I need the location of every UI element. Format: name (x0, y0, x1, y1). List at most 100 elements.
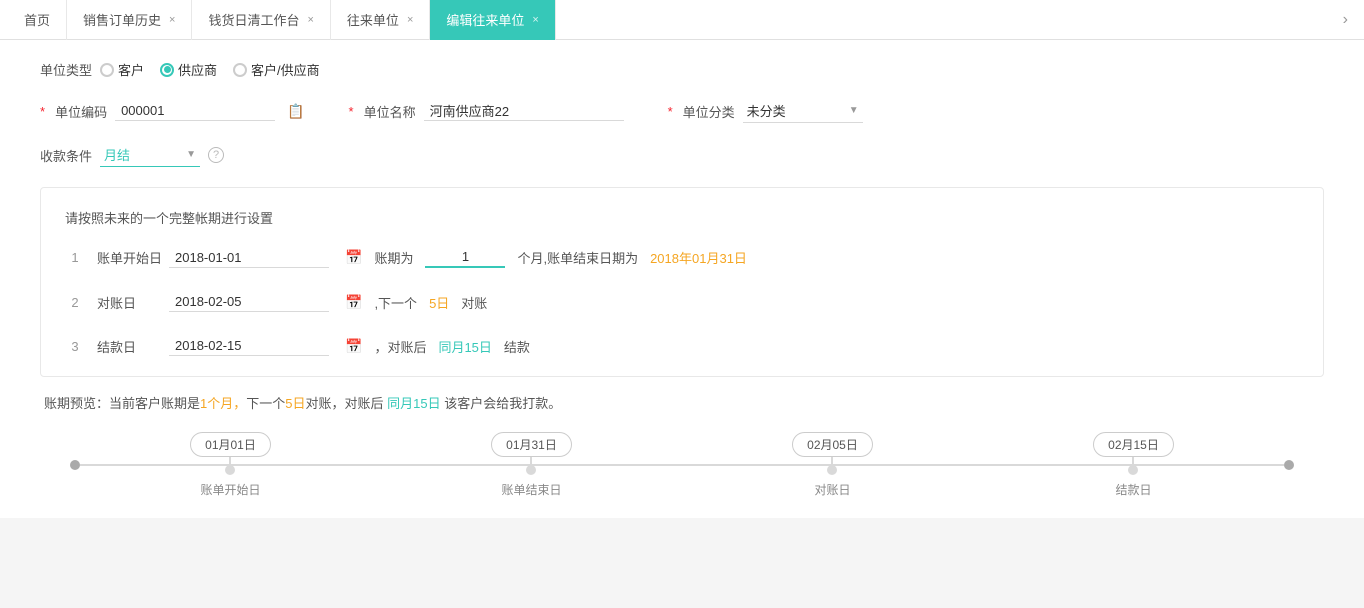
preview-prefix: 账期预览：当前客户账期是 (44, 396, 200, 411)
row-3-date-input[interactable] (169, 336, 329, 356)
timeline-label-1: 账单开始日 (200, 481, 260, 498)
radio-customer[interactable]: 客户 (100, 60, 144, 79)
timeline-label-4: 结款日 (1115, 481, 1151, 498)
timeline-left-dot (70, 460, 80, 470)
settings-title: 请按照未来的一个完整帐期进行设置 (65, 208, 1299, 227)
preview-text2: 对账，对账后 (306, 396, 384, 411)
timeline-dot-2 (526, 465, 536, 475)
main-content: 单位类型 客户 供应商 客户/供应商 * 单位编码 (0, 40, 1364, 518)
timeline-stem-2 (530, 457, 532, 465)
row-2-desc-suffix: 对账 (461, 293, 487, 312)
row-3-desc-suffix: 结款 (504, 337, 530, 356)
preview-highlight3: 同月15日 (387, 396, 440, 411)
row-1-period-prefix: 账期为 (374, 248, 413, 267)
row-3-calendar-icon[interactable]: 📅 (345, 338, 362, 355)
radio-supplier-circle (160, 63, 174, 77)
unit-code-group: * 单位编码 📋 (40, 101, 305, 121)
row-2-num: 2 (65, 295, 85, 310)
row-2-date-input[interactable] (169, 292, 329, 312)
row-3-desc-prefix: ，对账后 (374, 337, 426, 356)
unit-name-star: * (349, 104, 354, 119)
tab-cash-work-label: 钱货日清工作台 (208, 10, 299, 29)
tab-sales-history-close[interactable]: × (169, 14, 175, 26)
unit-type-radio-group: 客户 供应商 客户/供应商 (100, 60, 320, 79)
payment-terms-arrow: ▼ (186, 149, 196, 160)
timeline-label-3: 对账日 (814, 481, 850, 498)
payment-terms-row: 收款条件 月结 ▼ ? (40, 143, 1324, 167)
radio-both[interactable]: 客户/供应商 (233, 60, 320, 79)
radio-supplier[interactable]: 供应商 (160, 60, 217, 79)
tab-cash-work-close[interactable]: × (307, 14, 313, 26)
row-1-calendar-icon[interactable]: 📅 (345, 249, 362, 266)
unit-name-group: * 单位名称 (349, 101, 624, 121)
timeline-point-1: 01月01日 账单开始日 (190, 432, 271, 498)
radio-both-label: 客户/供应商 (251, 60, 320, 79)
timeline-dot-3 (827, 465, 837, 475)
tab-home-label: 首页 (24, 10, 50, 29)
timeline-point-4: 02月15日 结款日 (1093, 432, 1174, 498)
timeline-badge-2: 01月31日 (491, 432, 572, 457)
unit-category-star: * (668, 104, 673, 119)
timeline-stem-4 (1132, 457, 1134, 465)
timeline-badge-3: 02月05日 (792, 432, 873, 457)
unit-code-icon[interactable]: 📋 (287, 103, 304, 120)
unit-category-select[interactable]: 未分类 ▼ (743, 99, 863, 123)
unit-category-value: 未分类 (747, 101, 843, 120)
row-1-label: 账单开始日 (97, 248, 157, 267)
payment-terms-label: 收款条件 (40, 146, 92, 165)
row-2-calendar-icon[interactable]: 📅 (345, 294, 362, 311)
payment-terms-select[interactable]: 月结 ▼ (100, 143, 200, 167)
preview-suffix: 该客户会给我打款。 (444, 396, 561, 411)
radio-customer-circle (100, 63, 114, 77)
tab-partner-units[interactable]: 往来单位 × (331, 0, 430, 40)
row-1-period-highlight: 2018年01月31日 (650, 248, 747, 267)
tab-cash-work[interactable]: 钱货日清工作台 × (192, 0, 330, 40)
timeline-dot-1 (225, 465, 235, 475)
tabs-bar: 首页 销售订单历史 × 钱货日清工作台 × 往来单位 × 编辑往来单位 × › (0, 0, 1364, 40)
row-2-desc-prefix: ,下一个 (374, 293, 417, 312)
unit-info-row: * 单位编码 📋 * 单位名称 * 单位分类 未分类 ▼ (40, 99, 1324, 123)
tab-edit-partner-label: 编辑往来单位 (446, 10, 524, 29)
unit-name-label: 单位名称 (364, 102, 416, 121)
unit-name-input[interactable] (424, 101, 624, 121)
unit-type-label: 单位类型 (40, 60, 92, 79)
timeline-dot-4 (1128, 465, 1138, 475)
timeline-right-dot (1284, 460, 1294, 470)
tab-sales-history[interactable]: 销售订单历史 × (67, 0, 192, 40)
timeline-badge-1: 01月01日 (190, 432, 271, 457)
setting-row-2: 2 对账日 📅 ,下一个 5日对账 (65, 292, 1299, 312)
tab-edit-partner-close[interactable]: × (532, 14, 538, 26)
timeline-stem-3 (831, 457, 833, 465)
unit-category-group: * 单位分类 未分类 ▼ (668, 99, 863, 123)
payment-terms-value: 月结 (104, 145, 180, 164)
radio-both-circle (233, 63, 247, 77)
tab-edit-partner[interactable]: 编辑往来单位 × (430, 0, 555, 40)
row-3-label: 结款日 (97, 337, 157, 356)
tab-partner-units-close[interactable]: × (407, 14, 413, 26)
timeline-point-3: 02月05日 对账日 (792, 432, 873, 498)
unit-code-star: * (40, 104, 45, 119)
tab-sales-history-label: 销售订单历史 (83, 10, 161, 29)
row-2-label: 对账日 (97, 293, 157, 312)
row-1-period-input[interactable] (425, 247, 505, 268)
radio-supplier-label: 供应商 (178, 60, 217, 79)
tab-home[interactable]: 首页 (8, 0, 67, 40)
payment-terms-group: 收款条件 月结 ▼ ? (40, 143, 224, 167)
row-2-highlight: 5日 (429, 293, 449, 312)
unit-type-group: 单位类型 客户 供应商 客户/供应商 (40, 60, 320, 79)
row-1-date-input[interactable] (169, 248, 329, 268)
timeline-point-2: 01月31日 账单结束日 (491, 432, 572, 498)
unit-type-row: 单位类型 客户 供应商 客户/供应商 (40, 60, 1324, 79)
tabs-more-arrow[interactable]: › (1335, 11, 1356, 29)
row-3-num: 3 (65, 339, 85, 354)
timeline-points: 01月01日 账单开始日 01月31日 账单结束日 02月05日 (80, 432, 1284, 498)
setting-row-3: 3 结款日 📅 ，对账后同月15日结款 (65, 336, 1299, 356)
timeline: 01月01日 账单开始日 01月31日 账单结束日 02月05日 (40, 432, 1324, 498)
payment-terms-help[interactable]: ? (208, 147, 224, 163)
unit-code-label: 单位编码 (55, 102, 107, 121)
unit-category-arrow: ▼ (849, 105, 859, 116)
preview-middle: 下一个 (246, 396, 285, 411)
unit-code-input[interactable] (115, 101, 275, 121)
tab-partner-units-label: 往来单位 (347, 10, 399, 29)
preview-text: 账期预览：当前客户账期是1个月，下一个5日对账，对账后 同月15日 该客户会给我… (40, 393, 1324, 412)
